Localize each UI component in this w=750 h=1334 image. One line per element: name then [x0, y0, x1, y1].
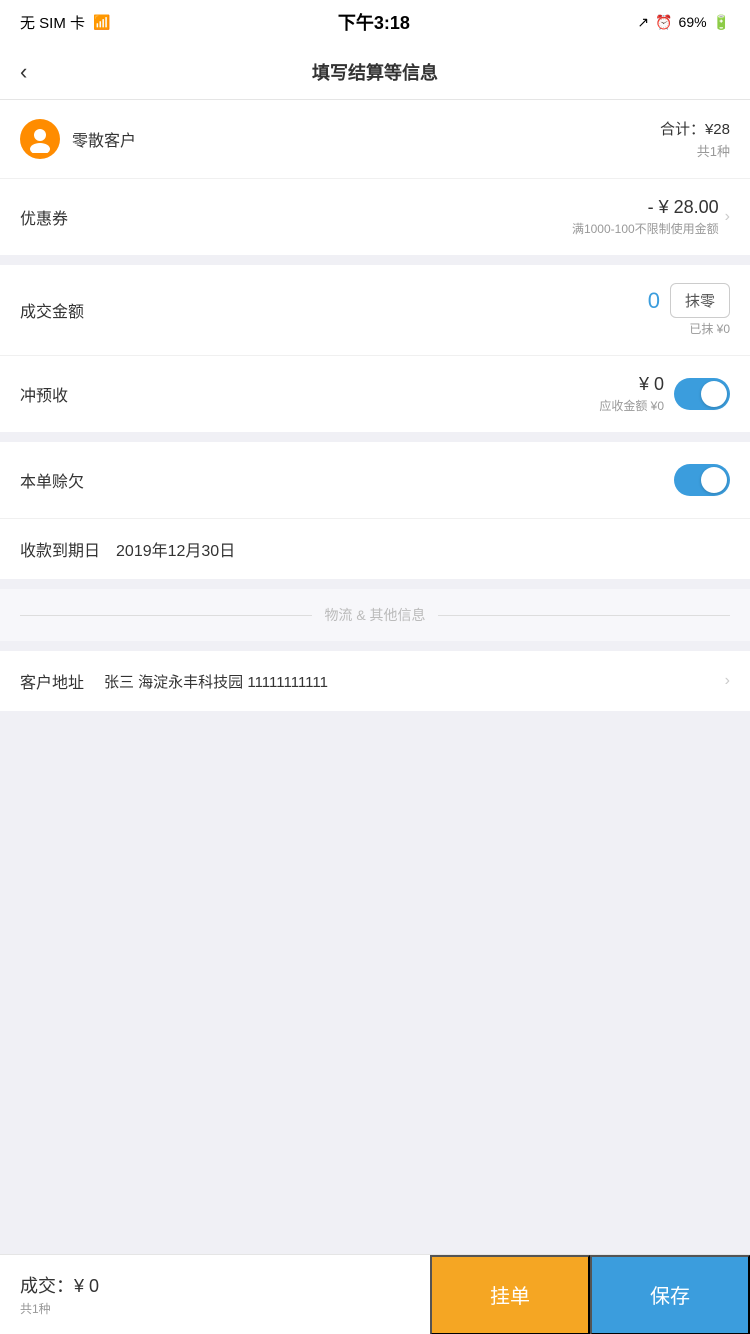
back-button[interactable]: ‹ [20, 59, 27, 85]
customer-left: 零散客户 [20, 119, 136, 159]
address-label: 客户地址 [20, 669, 84, 693]
already-rounded-text: 已抹 ¥0 [648, 320, 730, 337]
status-bar: 无 SIM 卡 📶 下午3:18 ↗ ⏰ 69% 🔋 [0, 0, 750, 44]
bottom-deal-label: 成交： [20, 1276, 74, 1296]
alarm-icon: ⏰ [655, 14, 672, 31]
customer-right: 合计：¥28 共1种 [660, 118, 730, 160]
bottom-bar: 成交：¥ 0 共1种 挂单 保存 [0, 1254, 750, 1334]
battery-percent: 69% [679, 14, 707, 30]
due-debt-row: 本单赊欠 [0, 442, 750, 518]
sim-status: 无 SIM 卡 [20, 12, 85, 33]
bottom-deal-amount: 成交：¥ 0 [20, 1272, 410, 1298]
customer-section: 零散客户 合计：¥28 共1种 优惠券 - ¥ 28.00 满1000-100不… [0, 100, 750, 255]
chevron-right-icon: › [725, 208, 730, 226]
divider-line-left [20, 615, 312, 616]
bottom-deal-value: ¥ 0 [74, 1276, 99, 1296]
due-date-label: 收款到期日 [20, 537, 100, 561]
avatar [20, 119, 60, 159]
customer-count: 共1种 [660, 141, 730, 160]
bottom-spacer [0, 721, 750, 801]
wifi-icon: 📶 [93, 14, 110, 31]
due-debt-label: 本单赊欠 [20, 468, 84, 492]
pre-receipt-amounts: ¥ 0 应收金额 ¥0 [599, 374, 664, 414]
pre-receipt-amount: ¥ 0 [599, 374, 664, 395]
bottom-info: 成交：¥ 0 共1种 [0, 1272, 430, 1317]
customer-name: 零散客户 [72, 127, 136, 151]
address-section: 客户地址 张三 海淀永丰科技园 11111111111 › [0, 651, 750, 711]
status-left: 无 SIM 卡 📶 [20, 12, 110, 33]
deal-amount-controls: 0 抹零 [648, 283, 730, 318]
deal-amount-row: 成交金额 0 抹零 已抹 ¥0 [0, 265, 750, 355]
round-zero-button[interactable]: 抹零 [670, 283, 730, 318]
pre-receipt-receivable: 应收金额 ¥0 [599, 397, 664, 414]
pre-receipt-label: 冲预收 [20, 382, 68, 406]
logistics-section: 物流 & 其他信息 [0, 589, 750, 641]
battery-icon: 🔋 [713, 14, 730, 31]
hang-order-button[interactable]: 挂单 [430, 1255, 590, 1334]
due-date-row: 收款到期日 2019年12月30日 [0, 518, 750, 579]
due-date-value: 2019年12月30日 [116, 537, 235, 561]
deal-amount-value[interactable]: 0 [648, 288, 660, 314]
logistics-divider: 物流 & 其他信息 [0, 589, 750, 641]
coupon-description: 满1000-100不限制使用金额 [572, 220, 719, 237]
address-chevron-icon: › [725, 672, 730, 690]
pre-receipt-toggle[interactable] [674, 378, 730, 410]
status-time: 下午3:18 [338, 9, 410, 35]
location-icon: ↗ [637, 14, 649, 31]
nav-bar: ‹ 填写结算等信息 [0, 44, 750, 100]
customer-row: 零散客户 合计：¥28 共1种 [0, 100, 750, 178]
coupon-amount: - ¥ 28.00 [572, 197, 719, 218]
due-debt-toggle[interactable] [674, 464, 730, 496]
bottom-count: 共1种 [20, 1300, 410, 1317]
divider-line-right [438, 615, 730, 616]
coupon-row[interactable]: 优惠券 - ¥ 28.00 满1000-100不限制使用金额 › [0, 178, 750, 255]
page-title: 填写结算等信息 [312, 59, 438, 85]
deal-amount-label: 成交金额 [20, 298, 84, 322]
user-icon [26, 125, 54, 153]
coupon-right: - ¥ 28.00 满1000-100不限制使用金额 › [572, 197, 730, 237]
status-right: ↗ ⏰ 69% 🔋 [637, 14, 730, 31]
deal-amount-section: 成交金额 0 抹零 已抹 ¥0 冲预收 ¥ 0 应收金额 ¥0 [0, 265, 750, 432]
pre-receipt-row: 冲预收 ¥ 0 应收金额 ¥0 [0, 355, 750, 432]
pre-receipt-right: ¥ 0 应收金额 ¥0 [599, 374, 730, 414]
due-debt-section: 本单赊欠 收款到期日 2019年12月30日 [0, 442, 750, 579]
customer-total: 合计：¥28 [660, 118, 730, 139]
coupon-label: 优惠券 [20, 205, 68, 229]
logistics-divider-text: 物流 & 其他信息 [324, 605, 425, 625]
address-row[interactable]: 客户地址 张三 海淀永丰科技园 11111111111 › [0, 651, 750, 711]
address-value: 张三 海淀永丰科技园 11111111111 [104, 671, 725, 692]
save-button[interactable]: 保存 [590, 1255, 750, 1334]
